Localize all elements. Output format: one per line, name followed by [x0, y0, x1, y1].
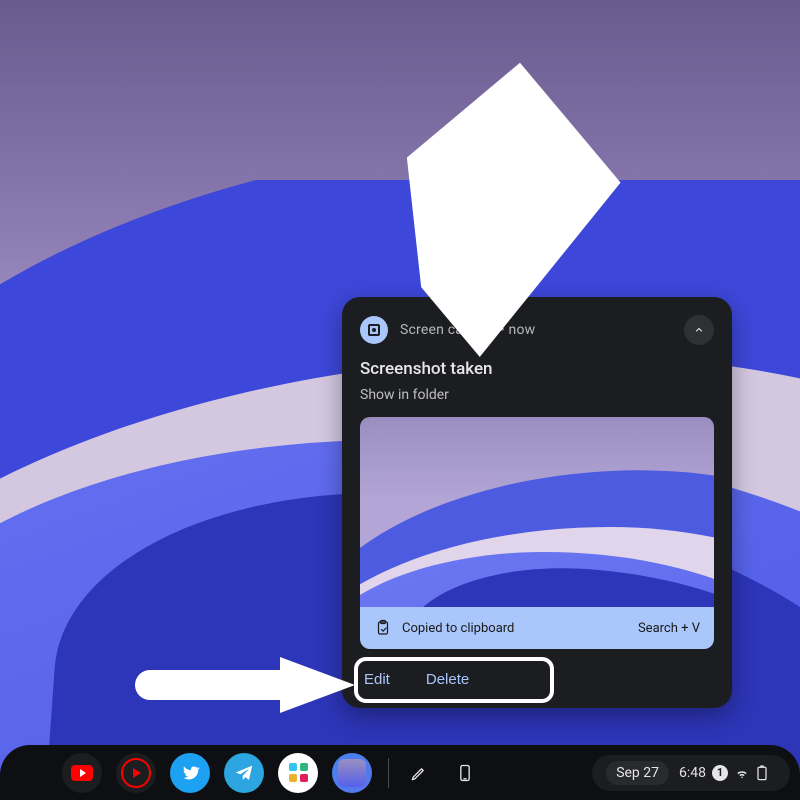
telegram-app-icon[interactable] [224, 753, 264, 793]
smartphone-icon [455, 763, 475, 783]
delete-button[interactable]: Delete [422, 661, 491, 694]
clipboard-icon [374, 619, 392, 637]
screenshot-thumbnail-container[interactable]: Copied to clipboard Search + V [360, 417, 714, 649]
recent-screenshot-preview-icon[interactable] [332, 753, 372, 793]
date-label[interactable]: Sep 27 [606, 761, 669, 785]
twitter-app-icon[interactable] [170, 753, 210, 793]
phone-hub-button[interactable] [445, 753, 485, 793]
wifi-icon [734, 765, 750, 781]
notification-title: Screenshot taken [360, 359, 714, 379]
system-status-tray[interactable]: Sep 27 6:48 1 [592, 755, 790, 791]
time-label: 6:48 [679, 765, 706, 781]
slack-app-icon[interactable] [278, 753, 318, 793]
stylus-tool-button[interactable] [399, 753, 439, 793]
chevron-up-icon [693, 324, 705, 336]
notification-source-label: Screen capture • now [400, 322, 535, 338]
battery-icon [756, 765, 768, 781]
show-in-folder-link[interactable]: Show in folder [360, 387, 714, 403]
shelf-divider [388, 758, 389, 788]
collapse-notification-button[interactable] [684, 315, 714, 345]
youtube-music-app-icon[interactable] [116, 753, 156, 793]
clipboard-status-bar: Copied to clipboard Search + V [360, 607, 714, 649]
screen-capture-app-icon [360, 316, 388, 344]
screenshot-notification-card[interactable]: Screen capture • now Screenshot taken Sh… [342, 297, 732, 708]
taskbar-shelf: Sep 27 6:48 1 [0, 745, 800, 800]
screenshot-thumbnail [360, 417, 714, 607]
notification-count-badge: 1 [712, 765, 728, 781]
youtube-app-icon[interactable] [62, 753, 102, 793]
edit-button[interactable]: Edit [360, 661, 412, 694]
keyboard-shortcut-label: Search + V [638, 621, 700, 636]
clipboard-label: Copied to clipboard [402, 621, 514, 636]
notification-header: Screen capture • now [360, 315, 714, 345]
pen-icon [409, 763, 429, 783]
telegram-plane-icon [233, 762, 255, 784]
twitter-bird-icon [180, 763, 200, 783]
notification-actions: Edit Delete [360, 661, 714, 694]
desktop-wallpaper: Screen capture • now Screenshot taken Sh… [0, 0, 800, 800]
